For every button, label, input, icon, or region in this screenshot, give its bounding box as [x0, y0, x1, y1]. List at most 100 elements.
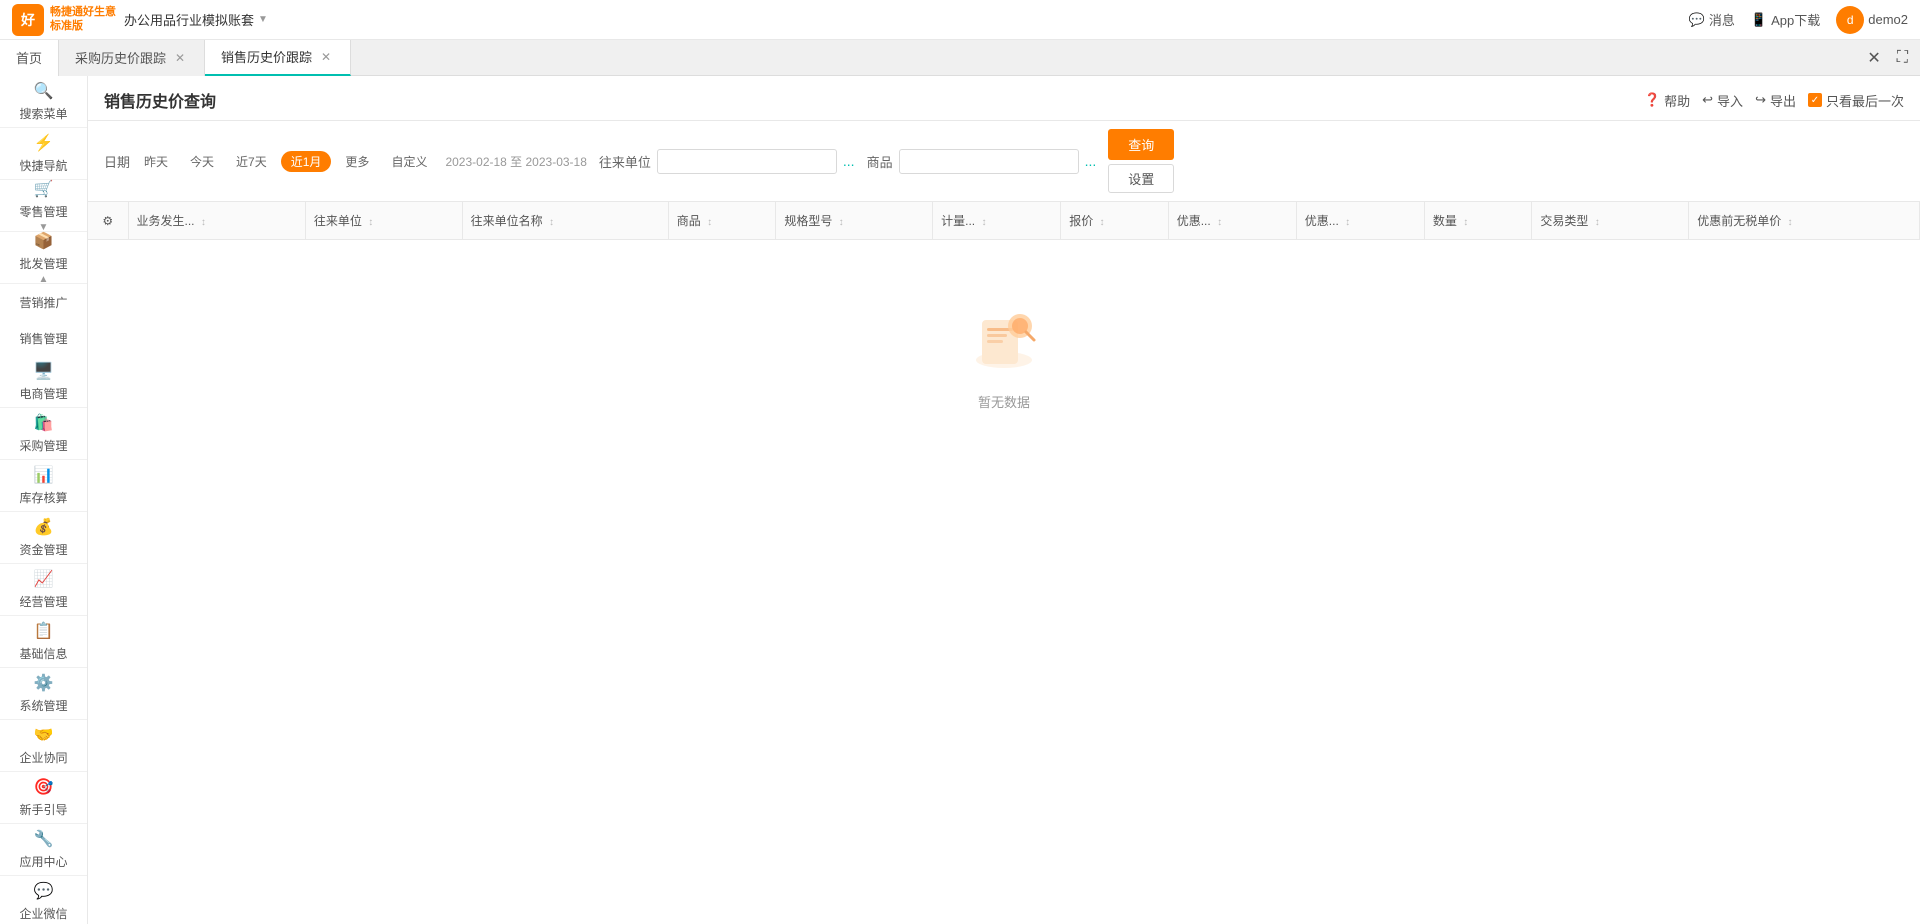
sidebar-item-inventory[interactable]: 📊 库存核算 — [0, 460, 87, 512]
page-header: 销售历史价查询 ❓ 帮助 ↩ 导入 ↪ 导出 ✓ 只看最后一次 — [88, 76, 1920, 121]
tab-sales-close-icon[interactable]: ✕ — [318, 49, 334, 65]
tab-actions: ✕ ⛶ — [1863, 44, 1920, 72]
date-7days-btn[interactable]: 近7天 — [228, 151, 275, 172]
sidebar-item-operation[interactable]: 📈 经营管理 — [0, 564, 87, 616]
col-settings[interactable]: ⚙ — [88, 202, 128, 240]
help-icon: ❓ — [1644, 92, 1660, 108]
sidebar-item-system[interactable]: ⚙️ 系统管理 — [0, 668, 87, 720]
basic-icon: 📋 — [34, 621, 54, 641]
col-date[interactable]: 业务发生... ↕ — [128, 202, 305, 240]
tab-home[interactable]: 首页 — [0, 40, 59, 76]
sidebar-item-wechat[interactable]: 💬 企业微信 — [0, 876, 87, 924]
sort-icon: ↕ — [1788, 217, 1793, 228]
logo-text: 畅捷通好生意 标准版 — [50, 6, 116, 32]
date-range-text: 2023-02-18 至 2023-03-18 — [445, 153, 586, 170]
table-header-row: ⚙ 业务发生... ↕ 往来单位 ↕ 往来单位名称 ↕ — [88, 202, 1920, 240]
export-button[interactable]: ↪ 导出 — [1755, 91, 1796, 110]
col-price[interactable]: 报价 ↕ — [1061, 202, 1169, 240]
message-icon: 💬 — [1689, 12, 1705, 28]
close-tab-button[interactable]: ✕ — [1863, 44, 1884, 72]
sidebar-item-basic[interactable]: 📋 基础信息 — [0, 616, 87, 668]
sidebar-item-finance[interactable]: 💰 资金管理 — [0, 512, 87, 564]
partner-input[interactable] — [657, 149, 837, 174]
operation-icon: 📈 — [34, 569, 54, 589]
import-icon: ↩ — [1702, 92, 1713, 108]
sidebar-item-app-center[interactable]: 🔧 应用中心 — [0, 824, 87, 876]
sort-icon: ↕ — [1217, 217, 1222, 228]
filter-top-row: 日期 昨天 今天 近7天 近1月 更多 自定义 2023-02-18 至 202… — [104, 129, 1904, 193]
col-tax-price[interactable]: 优惠前无税单价 ↕ — [1689, 202, 1920, 240]
top-bar-left: 好 畅捷通好生意 标准版 办公用品行业模拟账套 ▼ — [12, 4, 268, 36]
only-last-toggle[interactable]: ✓ 只看最后一次 — [1808, 91, 1904, 110]
col-discount2[interactable]: 优惠... ↕ — [1296, 202, 1424, 240]
date-yesterday-btn[interactable]: 昨天 — [136, 151, 176, 172]
top-bar: 好 畅捷通好生意 标准版 办公用品行业模拟账套 ▼ 💬 消息 📱 App下载 d… — [0, 0, 1920, 40]
col-goods[interactable]: 商品 ↕ — [668, 202, 776, 240]
sidebar-item-guide[interactable]: 🎯 新手引导 — [0, 772, 87, 824]
col-quantity[interactable]: 数量 ↕ — [1424, 202, 1532, 240]
sidebar-item-wholesale[interactable]: 📦 批发管理 ▲ — [0, 232, 87, 284]
sidebar-item-search[interactable]: 🔍 搜索菜单 — [0, 76, 87, 128]
sort-icon: ↕ — [707, 217, 712, 228]
sidebar-item-shortcut[interactable]: ⚡ 快捷导航 — [0, 128, 87, 180]
checkbox-icon: ✓ — [1808, 93, 1822, 107]
tab-sales-history[interactable]: 销售历史价跟踪 ✕ — [205, 40, 351, 76]
cooperation-icon: 🤝 — [34, 725, 54, 745]
data-table-container: ⚙ 业务发生... ↕ 往来单位 ↕ 往来单位名称 ↕ — [88, 202, 1920, 924]
main-layout: 🔍 搜索菜单 ⚡ 快捷导航 🛒 零售管理 ▼ 📦 批发管理 ▲ 营销推广 销售管… — [0, 76, 1920, 924]
goods-input[interactable] — [899, 149, 1079, 174]
shortcut-icon: ⚡ — [34, 133, 54, 153]
sidebar-item-cooperation[interactable]: 🤝 企业协同 — [0, 720, 87, 772]
sidebar-item-retail[interactable]: 🛒 零售管理 ▼ — [0, 180, 87, 232]
logo-area: 好 畅捷通好生意 标准版 — [12, 4, 116, 36]
sidebar-sub-sales[interactable]: 销售管理 — [0, 320, 87, 356]
tab-bar: 首页 采购历史价跟踪 ✕ 销售历史价跟踪 ✕ ✕ ⛶ — [0, 40, 1920, 76]
page-title: 销售历史价查询 — [104, 88, 216, 112]
sidebar-item-purchase[interactable]: 🛍️ 采购管理 — [0, 408, 87, 460]
sort-icon: ↕ — [1100, 217, 1105, 228]
empty-icon — [964, 300, 1044, 380]
ecommerce-icon: 🖥️ — [34, 361, 54, 381]
date-custom-btn[interactable]: 自定义 — [383, 151, 435, 172]
app-download-button[interactable]: 📱 App下载 — [1751, 10, 1820, 29]
goods-filter-group: 商品 ... — [867, 149, 1097, 174]
tab-purchase-close-icon[interactable]: ✕ — [172, 50, 188, 66]
user-menu[interactable]: d demo2 — [1836, 6, 1908, 34]
phone-icon: 📱 — [1751, 12, 1767, 28]
date-more-btn[interactable]: 更多 — [337, 151, 377, 172]
help-button[interactable]: ❓ 帮助 — [1644, 91, 1690, 110]
sidebar: 🔍 搜索菜单 ⚡ 快捷导航 🛒 零售管理 ▼ 📦 批发管理 ▲ 营销推广 销售管… — [0, 76, 88, 924]
app-title[interactable]: 办公用品行业模拟账套 ▼ — [124, 10, 268, 29]
sidebar-sub-marketing[interactable]: 营销推广 — [0, 284, 87, 320]
sort-icon: ↕ — [981, 217, 986, 228]
wholesale-arrow-icon: ▲ — [39, 274, 49, 285]
col-partner-name[interactable]: 往来单位名称 ↕ — [462, 202, 668, 240]
content-area: 销售历史价查询 ❓ 帮助 ↩ 导入 ↪ 导出 ✓ 只看最后一次 — [88, 76, 1920, 924]
partner-filter-group: 往来单位 ... — [599, 149, 855, 174]
date-1month-btn[interactable]: 近1月 — [281, 151, 332, 172]
col-spec[interactable]: 规格型号 ↕ — [776, 202, 933, 240]
maximize-tab-button[interactable]: ⛶ — [1893, 45, 1912, 71]
goods-dots-btn[interactable]: ... — [1085, 153, 1097, 169]
partner-dots-btn[interactable]: ... — [843, 153, 855, 169]
col-partner-code[interactable]: 往来单位 ↕ — [305, 202, 462, 240]
col-discount1[interactable]: 优惠... ↕ — [1168, 202, 1296, 240]
inventory-icon: 📊 — [34, 465, 54, 485]
date-today-btn[interactable]: 今天 — [182, 151, 222, 172]
search-icon: 🔍 — [34, 81, 54, 101]
sort-icon: ↕ — [368, 217, 373, 228]
sidebar-item-ecommerce[interactable]: 🖥️ 电商管理 — [0, 356, 87, 408]
app-center-icon: 🔧 — [34, 829, 54, 849]
col-unit[interactable]: 计量... ↕ — [933, 202, 1061, 240]
message-button[interactable]: 💬 消息 — [1689, 10, 1735, 29]
guide-icon: 🎯 — [34, 777, 54, 797]
wechat-icon: 💬 — [34, 881, 54, 901]
sort-icon: ↕ — [1463, 217, 1468, 228]
import-button[interactable]: ↩ 导入 — [1702, 91, 1743, 110]
tab-purchase-history[interactable]: 采购历史价跟踪 ✕ — [59, 40, 205, 76]
settings-button[interactable]: 设置 — [1108, 164, 1174, 193]
export-icon: ↪ — [1755, 92, 1766, 108]
query-button[interactable]: 查询 — [1108, 129, 1174, 160]
col-trade-type[interactable]: 交易类型 ↕ — [1532, 202, 1689, 240]
sort-icon: ↕ — [201, 217, 206, 228]
